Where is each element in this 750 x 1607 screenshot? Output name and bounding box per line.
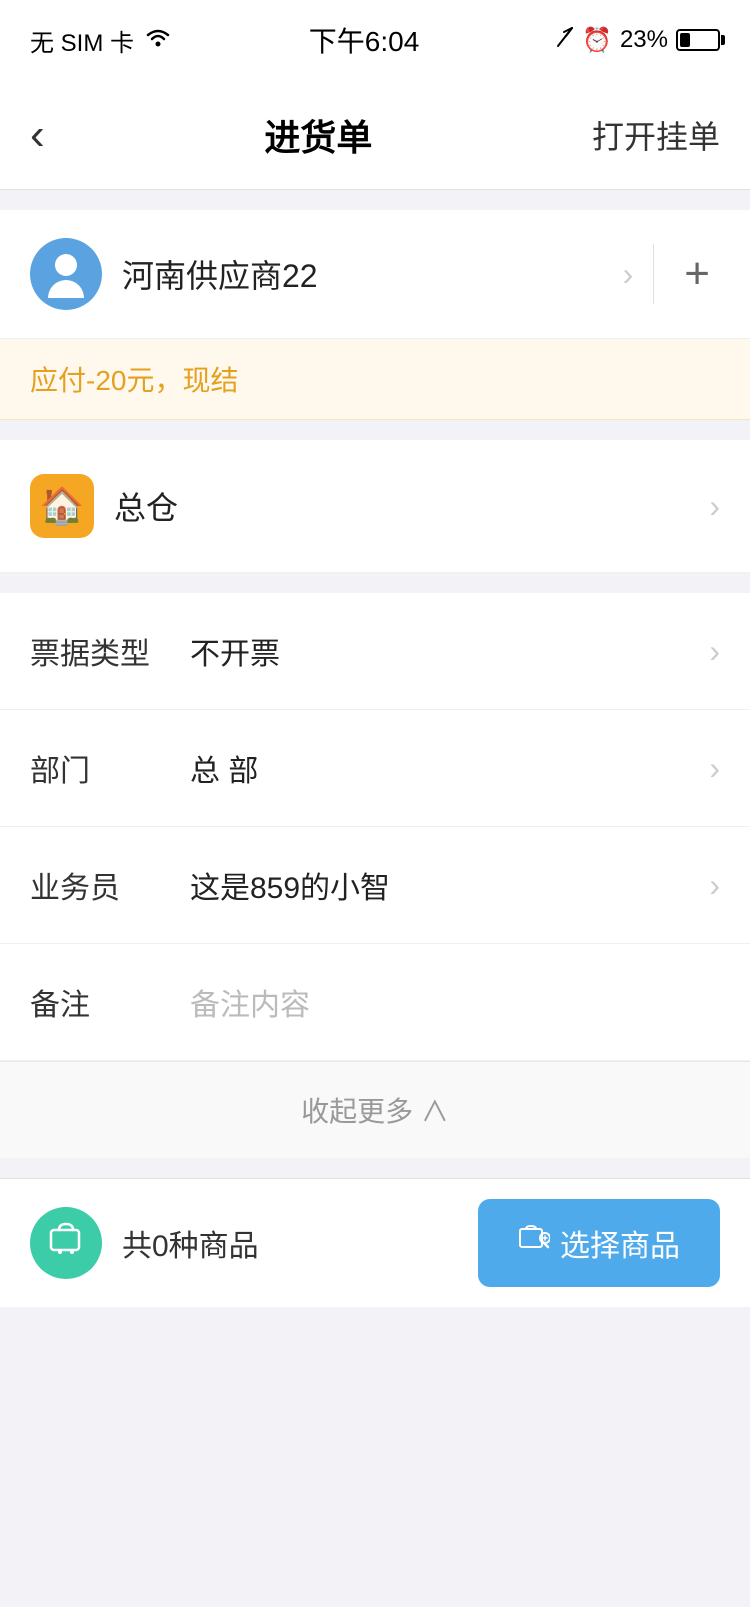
warehouse-chevron-icon: › bbox=[709, 488, 720, 525]
cart-icon bbox=[47, 1220, 85, 1267]
no-sim-text: 无 SIM 卡 bbox=[30, 23, 134, 58]
supplier-chevron-icon: › bbox=[623, 256, 634, 293]
department-value: 总 部 bbox=[170, 746, 709, 790]
notice-banner: 应付-20元，现结 bbox=[0, 339, 750, 420]
status-right: ⏰ 23% bbox=[556, 26, 720, 55]
cart-icon-bg bbox=[30, 1207, 102, 1279]
select-goods-button[interactable]: 选择商品 bbox=[478, 1199, 720, 1287]
status-left: 无 SIM 卡 bbox=[30, 23, 172, 58]
warehouse-icon: 🏠 bbox=[40, 485, 85, 527]
status-time: 下午6:04 bbox=[309, 20, 420, 60]
salesperson-chevron-icon: › bbox=[709, 867, 720, 904]
invoice-type-label: 票据类型 bbox=[30, 629, 170, 673]
location-icon bbox=[556, 26, 574, 55]
back-button[interactable]: ‹ bbox=[30, 113, 45, 157]
remarks-label: 备注 bbox=[30, 980, 170, 1024]
invoice-type-value: 不开票 bbox=[170, 629, 709, 673]
status-bar: 无 SIM 卡 下午6:04 ⏰ 23% bbox=[0, 0, 750, 80]
invoice-type-chevron-icon: › bbox=[709, 633, 720, 670]
bottom-empty-area bbox=[0, 1307, 750, 1607]
warehouse-label: 总仓 bbox=[114, 483, 709, 529]
add-supplier-button[interactable]: + bbox=[674, 249, 720, 299]
remarks-row[interactable]: 备注 备注内容 bbox=[0, 944, 750, 1061]
bottom-divider bbox=[0, 1158, 750, 1178]
salesperson-value: 这是859的小智 bbox=[170, 863, 709, 907]
department-label: 部门 bbox=[30, 746, 170, 790]
battery-icon bbox=[676, 29, 720, 51]
wifi-icon bbox=[144, 26, 172, 55]
select-goods-label: 选择商品 bbox=[560, 1221, 680, 1265]
mid-divider-2 bbox=[0, 573, 750, 593]
supplier-section: 河南供应商22 › + 应付-20元，现结 bbox=[0, 210, 750, 420]
battery-percent: 23% bbox=[620, 26, 668, 54]
department-row[interactable]: 部门 总 部 › bbox=[0, 710, 750, 827]
nav-bar: ‹ 进货单 打开挂单 bbox=[0, 80, 750, 190]
alarm-icon: ⏰ bbox=[582, 26, 612, 55]
notice-text: 应付-20元，现结 bbox=[30, 365, 238, 396]
open-pending-button[interactable]: 打开挂单 bbox=[592, 112, 720, 158]
warehouse-icon-bg: 🏠 bbox=[30, 474, 94, 538]
avatar-icon bbox=[46, 254, 86, 294]
collapse-row[interactable]: 收起更多 ∧ bbox=[0, 1061, 750, 1158]
form-section: 票据类型 不开票 › 部门 总 部 › 业务员 这是859的小智 › 备注 备注… bbox=[0, 593, 750, 1158]
product-count-label: 共0种商品 bbox=[122, 1221, 478, 1265]
supplier-avatar bbox=[30, 238, 102, 310]
warehouse-row[interactable]: 🏠 总仓 › bbox=[0, 440, 750, 573]
remarks-value: 备注内容 bbox=[170, 980, 720, 1024]
footer-bar: 共0种商品 选择商品 bbox=[0, 1178, 750, 1307]
warehouse-section: 🏠 总仓 › bbox=[0, 440, 750, 573]
select-goods-icon bbox=[518, 1225, 550, 1261]
page-title: 进货单 bbox=[264, 109, 372, 161]
collapse-label: 收起更多 ∧ bbox=[301, 1090, 449, 1130]
invoice-type-row[interactable]: 票据类型 不开票 › bbox=[0, 593, 750, 710]
salesperson-label: 业务员 bbox=[30, 863, 170, 907]
vertical-divider bbox=[653, 244, 654, 304]
department-chevron-icon: › bbox=[709, 750, 720, 787]
supplier-name: 河南供应商22 bbox=[122, 251, 623, 297]
salesperson-row[interactable]: 业务员 这是859的小智 › bbox=[0, 827, 750, 944]
supplier-row[interactable]: 河南供应商22 › + bbox=[0, 210, 750, 339]
top-divider bbox=[0, 190, 750, 210]
mid-divider-1 bbox=[0, 420, 750, 440]
